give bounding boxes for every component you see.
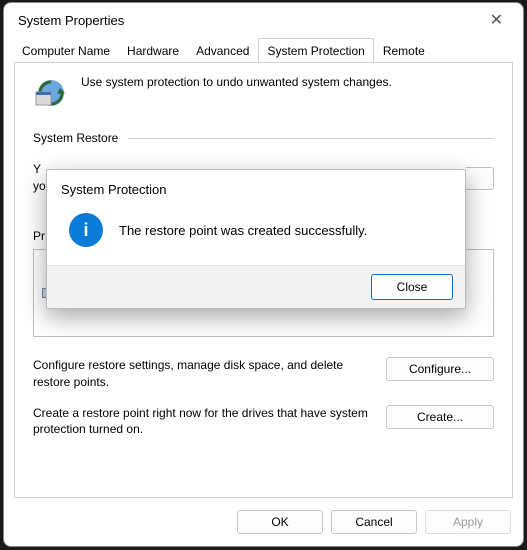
- divider: [128, 138, 494, 139]
- cancel-button[interactable]: Cancel: [331, 510, 417, 534]
- dialog-footer-bar: Close: [47, 265, 465, 308]
- window-title: System Properties: [18, 13, 124, 28]
- create-text: Create a restore point right now for the…: [33, 405, 374, 439]
- tab-strip: Computer Name Hardware Advanced System P…: [14, 37, 513, 62]
- tab-hardware[interactable]: Hardware: [119, 38, 187, 63]
- system-protection-icon: [33, 75, 67, 109]
- tab-system-protection[interactable]: System Protection: [258, 38, 373, 63]
- intro-row: Use system protection to undo unwanted s…: [33, 75, 494, 109]
- intro-text: Use system protection to undo unwanted s…: [81, 75, 392, 89]
- dialog-footer: OK Cancel Apply: [4, 504, 523, 546]
- configure-text: Configure restore settings, manage disk …: [33, 357, 374, 391]
- close-icon[interactable]: ✕: [480, 4, 513, 36]
- configure-button[interactable]: Configure...: [386, 357, 494, 381]
- tab-advanced[interactable]: Advanced: [188, 38, 257, 63]
- apply-button[interactable]: Apply: [425, 510, 511, 534]
- tab-computer-name[interactable]: Computer Name: [14, 38, 118, 63]
- create-row: Create a restore point right now for the…: [33, 405, 494, 439]
- section-heading-restore: System Restore: [33, 131, 494, 145]
- info-icon: i: [69, 213, 103, 247]
- create-button[interactable]: Create...: [386, 405, 494, 429]
- dialog-close-button[interactable]: Close: [371, 274, 453, 300]
- dialog-body: i The restore point was created successf…: [47, 203, 465, 265]
- section-heading-protection-label: Pr: [33, 229, 45, 243]
- titlebar: System Properties ✕: [4, 3, 523, 37]
- configure-row: Configure restore settings, manage disk …: [33, 357, 494, 391]
- dialog-title: System Protection: [47, 170, 465, 203]
- ok-button[interactable]: OK: [237, 510, 323, 534]
- dialog-message: The restore point was created successful…: [119, 223, 367, 238]
- section-heading-restore-label: System Restore: [33, 131, 118, 145]
- system-restore-button-partial[interactable]: [466, 167, 494, 190]
- tab-remote[interactable]: Remote: [375, 38, 433, 63]
- confirmation-dialog: System Protection i The restore point wa…: [46, 169, 466, 309]
- restore-description-partial: Y yo: [33, 161, 46, 195]
